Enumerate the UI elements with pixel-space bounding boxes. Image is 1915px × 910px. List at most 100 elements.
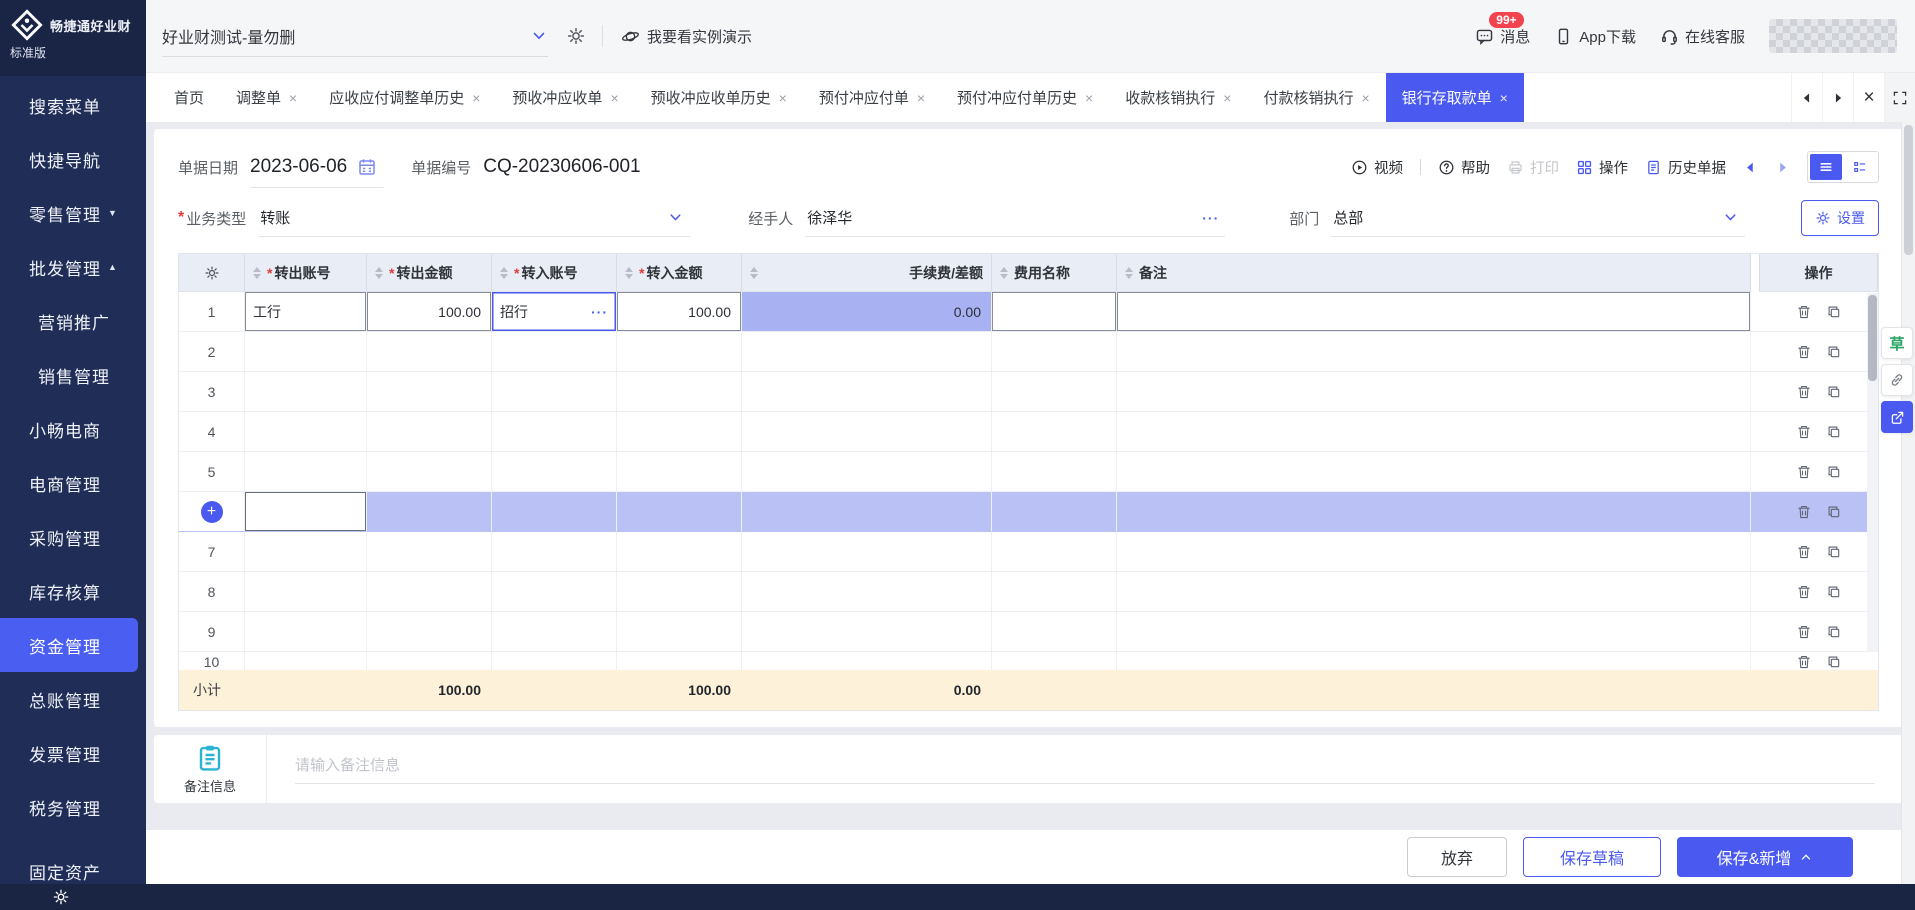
out-amount-cell[interactable] — [367, 532, 492, 572]
out-amount-cell[interactable] — [367, 332, 492, 372]
sidebar-item-搜索菜单[interactable]: 搜索菜单 — [0, 78, 146, 132]
close-tab-icon[interactable]: × — [1500, 90, 1508, 106]
grid-scrollbar[interactable] — [1867, 293, 1878, 652]
memo-cell[interactable] — [1117, 532, 1751, 572]
col-in-amount[interactable]: * 转入金额 — [617, 254, 742, 292]
close-tab-icon[interactable]: × — [289, 90, 297, 106]
sidebar-item-零售管理[interactable]: 零售管理 ▼ — [0, 186, 146, 240]
sidebar-item-税务管理[interactable]: 税务管理 — [0, 780, 146, 834]
memo-cell[interactable] — [1117, 292, 1751, 332]
sidebar-item-快捷导航[interactable]: 快捷导航 — [0, 132, 146, 186]
tab-调整单[interactable]: 调整单 × — [220, 73, 313, 122]
memo-cell[interactable] — [1117, 332, 1751, 372]
fee-name-cell[interactable] — [992, 372, 1117, 412]
out-amount-cell[interactable] — [367, 372, 492, 412]
memo-cell[interactable] — [1117, 372, 1751, 412]
copy-row-button[interactable] — [1826, 304, 1842, 320]
in-amount-cell[interactable] — [617, 332, 742, 372]
form-view-button[interactable] — [1844, 154, 1876, 180]
memo-cell[interactable] — [1117, 572, 1751, 612]
memo-cell[interactable] — [1117, 492, 1751, 532]
copy-row-button[interactable] — [1826, 504, 1842, 520]
calendar-icon[interactable] — [357, 157, 377, 177]
out-account-cell[interactable] — [245, 412, 367, 452]
date-field[interactable]: 2023-06-06 — [250, 147, 384, 188]
fee-name-cell[interactable] — [992, 332, 1117, 372]
grid-scrollbar-thumb[interactable] — [1868, 295, 1877, 381]
draft-note-tool[interactable]: 草 — [1881, 327, 1913, 359]
lookup-ellipsis[interactable]: ··· — [1202, 210, 1219, 226]
copy-row-button[interactable] — [1826, 344, 1842, 360]
out-account-cell[interactable] — [245, 492, 367, 532]
column-settings-cell[interactable] — [179, 254, 245, 292]
video-button[interactable]: 视频 — [1351, 157, 1403, 178]
out-amount-cell[interactable] — [367, 612, 492, 652]
demo-link[interactable]: 我要看实例演示 — [621, 26, 752, 47]
settings-gear-icon[interactable] — [52, 888, 70, 906]
fee-cell[interactable] — [742, 532, 992, 572]
tab-scroll-left-button[interactable] — [1791, 73, 1822, 122]
biz-type-select[interactable]: 转账 — [258, 200, 691, 237]
add-row-button[interactable]: + — [200, 500, 223, 523]
tab-首页[interactable]: 首页 — [158, 73, 220, 122]
copy-row-button[interactable] — [1826, 654, 1842, 670]
delete-row-button[interactable] — [1796, 504, 1812, 520]
fee-name-cell[interactable] — [992, 412, 1117, 452]
actions-button[interactable]: 操作 — [1576, 157, 1628, 178]
tab-银行存取款单[interactable]: 银行存取款单 × — [1385, 73, 1524, 122]
tab-预收冲应收单历史[interactable]: 预收冲应收单历史 × — [635, 73, 803, 122]
sidebar-item-库存核算[interactable]: 库存核算 — [0, 564, 146, 618]
app-download-button[interactable]: App下载 — [1554, 26, 1636, 47]
memo-cell[interactable] — [1117, 652, 1751, 670]
account-dropdown[interactable]: 好业财测试-量勿删 — [162, 16, 548, 57]
sidebar-item-资金管理[interactable]: 资金管理 — [0, 618, 138, 672]
copy-row-button[interactable] — [1826, 584, 1842, 600]
col-memo[interactable]: 备注 — [1117, 254, 1751, 292]
in-account-cell[interactable] — [492, 372, 617, 412]
fee-name-cell[interactable] — [992, 652, 1117, 670]
fee-cell[interactable] — [742, 612, 992, 652]
settings-button[interactable]: 设置 — [1801, 200, 1879, 236]
in-account-cell[interactable]: 招行 ··· — [492, 292, 617, 332]
delete-row-button[interactable] — [1796, 464, 1812, 480]
copy-row-button[interactable] — [1826, 384, 1842, 400]
close-tab-icon[interactable]: × — [472, 90, 480, 106]
in-amount-cell[interactable] — [617, 372, 742, 412]
in-account-cell[interactable] — [492, 572, 617, 612]
out-amount-cell[interactable]: 100.00 — [367, 292, 492, 332]
delete-row-button[interactable] — [1796, 624, 1812, 640]
link-tool[interactable] — [1881, 364, 1913, 396]
history-docs-button[interactable]: 历史单据 — [1645, 157, 1726, 178]
department-select[interactable]: 总部 — [1331, 200, 1746, 237]
close-tab-icon[interactable]: × — [917, 90, 925, 106]
sidebar-item-小畅电商[interactable]: 小畅电商 — [0, 402, 146, 456]
tab-付款核销执行[interactable]: 付款核销执行 × — [1247, 73, 1385, 122]
tab-预付冲应付单[interactable]: 预付冲应付单 × — [803, 73, 941, 122]
in-account-cell[interactable] — [492, 532, 617, 572]
out-account-cell[interactable] — [245, 652, 367, 670]
close-tab-icon[interactable]: × — [1223, 90, 1231, 106]
out-amount-cell[interactable] — [367, 492, 492, 532]
out-account-cell[interactable] — [245, 372, 367, 412]
copy-row-button[interactable] — [1826, 544, 1842, 560]
out-amount-cell[interactable] — [367, 652, 492, 670]
sidebar-item-发票管理[interactable]: 发票管理 — [0, 726, 146, 780]
in-amount-cell[interactable] — [617, 532, 742, 572]
tab-应收应付调整单历史[interactable]: 应收应付调整单历史 × — [313, 73, 496, 122]
close-tab-icon[interactable]: × — [1085, 90, 1093, 106]
in-amount-cell[interactable] — [617, 652, 742, 670]
fee-name-cell[interactable] — [992, 292, 1117, 332]
memo-cell[interactable] — [1117, 412, 1751, 452]
in-amount-cell[interactable] — [617, 412, 742, 452]
discard-button[interactable]: 放弃 — [1407, 837, 1507, 877]
out-account-cell[interactable] — [245, 572, 367, 612]
fee-name-cell[interactable] — [992, 492, 1117, 532]
tab-预付冲应付单历史[interactable]: 预付冲应付单历史 × — [941, 73, 1109, 122]
delete-row-button[interactable] — [1796, 384, 1812, 400]
messages-button[interactable]: 99+ 消息 — [1475, 11, 1530, 47]
in-amount-cell[interactable] — [617, 572, 742, 612]
gear-icon[interactable] — [566, 26, 586, 46]
fullscreen-icon[interactable] — [1884, 73, 1915, 122]
delete-row-button[interactable] — [1796, 654, 1812, 670]
tab-预收冲应收单[interactable]: 预收冲应收单 × — [496, 73, 634, 122]
